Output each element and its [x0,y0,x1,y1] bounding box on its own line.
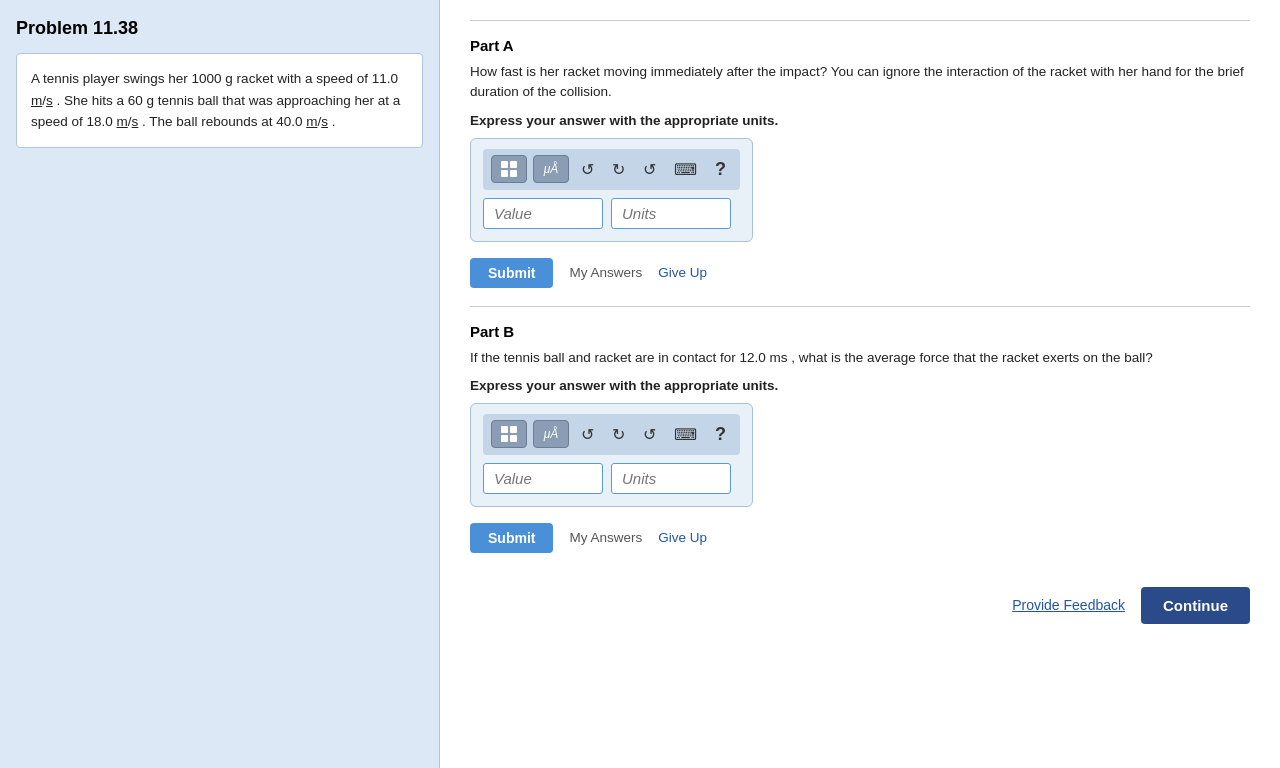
part-a-value-input[interactable] [483,198,603,229]
svg-rect-3 [510,170,517,177]
problem-text: A tennis player swings her 1000 g racket… [31,71,400,129]
part-b-submit-button[interactable]: Submit [470,523,553,553]
part-a-submit-button[interactable]: Submit [470,258,553,288]
part-a-my-answers[interactable]: My Answers [569,265,642,280]
mu-icon-btn-b[interactable]: μÅ [533,420,569,448]
continue-button[interactable]: Continue [1141,587,1250,624]
part-b-value-input[interactable] [483,463,603,494]
redo-btn-b[interactable]: ↻ [606,421,631,448]
problem-box: A tennis player swings her 1000 g racket… [16,53,423,148]
svg-rect-0 [501,161,508,168]
bottom-bar: Provide Feedback Continue [470,577,1250,624]
part-b-express: Express your answer with the appropriate… [470,378,1250,393]
top-divider [470,20,1250,21]
part-a-submit-row: Submit My Answers Give Up [470,258,1250,288]
help-btn-b[interactable]: ? [709,420,732,449]
undo-btn-b[interactable]: ↺ [575,421,600,448]
refresh-btn-a[interactable]: ↺ [637,156,662,183]
section-divider [470,306,1250,307]
part-b-input-row [483,463,740,494]
main-content: Part A How fast is her racket moving imm… [440,0,1280,768]
problem-title: Problem 11.38 [16,18,423,39]
part-b-answer-box: μÅ ↺ ↻ ↺ ⌨ ? [470,403,753,507]
part-a-give-up[interactable]: Give Up [658,265,707,280]
redo-btn-a[interactable]: ↻ [606,156,631,183]
refresh-btn-b[interactable]: ↺ [637,421,662,448]
part-a-toolbar: μÅ ↺ ↻ ↺ ⌨ ? [483,149,740,190]
keyboard-btn-a[interactable]: ⌨ [668,156,703,183]
part-a-description: How fast is her racket moving immediatel… [470,62,1250,103]
part-a-express: Express your answer with the appropriate… [470,113,1250,128]
part-b-give-up[interactable]: Give Up [658,530,707,545]
provide-feedback-link[interactable]: Provide Feedback [1012,597,1125,613]
part-a-answer-box: μÅ ↺ ↻ ↺ ⌨ ? [470,138,753,242]
svg-rect-1 [510,161,517,168]
grid-icon-btn-a[interactable] [491,155,527,183]
part-b-units-input[interactable] [611,463,731,494]
help-btn-a[interactable]: ? [709,155,732,184]
part-b-label: Part B [470,323,1250,340]
svg-rect-6 [501,435,508,442]
mu-icon-btn-a[interactable]: μÅ [533,155,569,183]
svg-rect-5 [510,426,517,433]
part-b-toolbar: μÅ ↺ ↻ ↺ ⌨ ? [483,414,740,455]
svg-rect-4 [501,426,508,433]
part-b-description: If the tennis ball and racket are in con… [470,348,1250,368]
svg-rect-2 [501,170,508,177]
undo-btn-a[interactable]: ↺ [575,156,600,183]
keyboard-btn-b[interactable]: ⌨ [668,421,703,448]
part-a-input-row [483,198,740,229]
part-b-my-answers[interactable]: My Answers [569,530,642,545]
part-b-submit-row: Submit My Answers Give Up [470,523,1250,553]
part-a-units-input[interactable] [611,198,731,229]
part-a-label: Part A [470,37,1250,54]
sidebar: Problem 11.38 A tennis player swings her… [0,0,440,768]
grid-icon-btn-b[interactable] [491,420,527,448]
svg-rect-7 [510,435,517,442]
